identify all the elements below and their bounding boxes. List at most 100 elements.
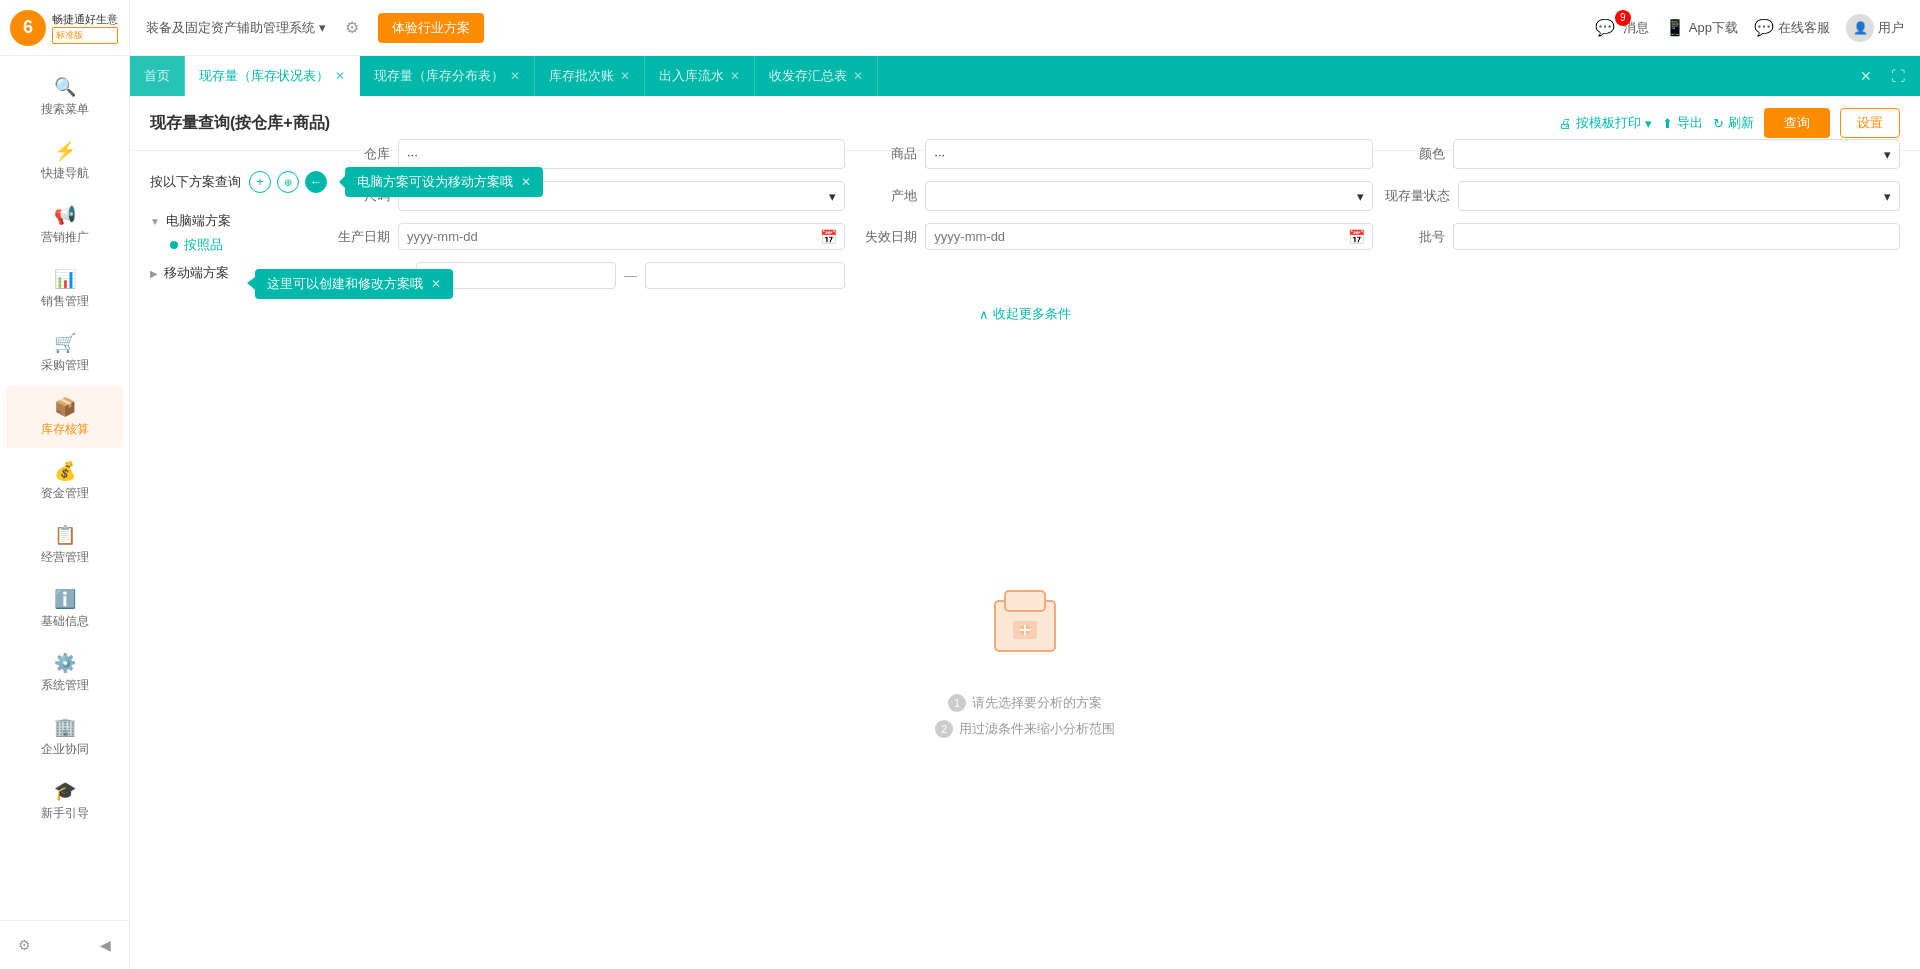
support-icon: 💬 [1754,18,1774,37]
filter-row-color: 颜色 ▾ [1385,139,1900,169]
exp-date-input[interactable] [925,223,1372,250]
color-select[interactable]: ▾ [1453,139,1900,169]
add-filter-btn[interactable]: + [249,171,271,193]
sidebar-item-quick-nav[interactable]: ⚡ 快捷导航 [6,130,123,192]
filter-header: 按以下方案查询 + ⊕ ← 电脑方案可设为移动方案哦 ✕ [150,167,1900,197]
tooltip-close-scheme[interactable]: ✕ [431,277,441,291]
tab-close-in-out-flow[interactable]: ✕ [730,69,740,83]
tab-bar-actions: ✕ ⛶ [1844,56,1920,96]
user-avatar: 👤 [1846,14,1874,42]
empty-text-1: 1 请先选择要分析的方案 [948,694,1102,712]
sales-icon: 📊 [54,268,76,290]
exp-date-wrap: 📅 [925,223,1372,250]
filter-row-warehouse: 仓库 ··· [330,139,845,169]
tab-maximize-btn[interactable]: ⛶ [1886,64,1910,88]
tab-inventory-status[interactable]: 现存量（库存状况表） ✕ [185,56,360,96]
sidebar-item-inventory[interactable]: 📦 库存核算 [6,386,123,448]
dropdown-chevron: ▾ [319,20,326,35]
scheme-dot [170,241,178,249]
tab-collect-summary[interactable]: 收发存汇总表 ✕ [755,56,878,96]
print-icon: 🖨 [1559,116,1572,131]
sidebar-item-operation[interactable]: 📋 经营管理 [6,514,123,576]
user-item[interactable]: 👤 用户 [1846,14,1904,42]
collapse-btn[interactable]: ∧ 收起更多条件 [150,305,1900,323]
settings-footer-btn[interactable]: ⚙ [10,931,38,959]
setup-btn[interactable]: 设置 [1840,108,1900,138]
sidebar-item-purchase[interactable]: 🛒 采购管理 [6,322,123,384]
tab-close-inventory-dist[interactable]: ✕ [510,69,520,83]
tab-in-out-flow[interactable]: 出入库流水 ✕ [645,56,755,96]
sidebar-item-sales[interactable]: 📊 销售管理 [6,258,123,320]
tab-home[interactable]: 首页 [130,56,185,96]
tab-close-batch-account[interactable]: ✕ [620,69,630,83]
page-actions: 🖨 按模板打印 ▾ ⬆ 导出 ↻ 刷新 查询 设置 [1559,108,1900,138]
filter-area: 按以下方案查询 + ⊕ ← 电脑方案可设为移动方案哦 ✕ [130,151,1920,339]
app-download-item[interactable]: 📱 App下载 [1665,18,1738,37]
app-label: App下载 [1689,19,1738,37]
print-btn[interactable]: 🖨 按模板打印 ▾ [1559,114,1652,132]
desktop-scheme-arrow: ▼ [150,216,160,227]
inventory-icon: 📦 [54,396,76,418]
notifications-item[interactable]: 💬 9 消息 [1595,18,1649,37]
sidebar-item-enterprise[interactable]: 🏢 企业协同 [6,706,123,768]
warehouse-dots: ··· [407,147,418,162]
industry-btn[interactable]: 体验行业方案 [378,13,484,43]
warehouse-select[interactable]: ··· [398,139,845,169]
sidebar-item-search[interactable]: 🔍 搜索菜单 [6,66,123,128]
sidebar-menu: 🔍 搜索菜单 ⚡ 快捷导航 📢 营销推广 📊 销售管理 🛒 采购管理 📦 库存核… [0,56,129,920]
query-btn[interactable]: 查询 [1764,108,1830,138]
tab-close-collect-summary[interactable]: ✕ [853,69,863,83]
tab-inventory-status-label: 现存量（库存状况表） [199,67,329,85]
logo-icon: 6 [10,10,46,46]
sidebar-item-basic[interactable]: ℹ️ 基础信息 [6,578,123,640]
prod-date-input[interactable] [398,223,845,250]
logo-text: 畅捷通好生意 标准版 [52,12,118,44]
basic-icon: ℹ️ [54,588,76,610]
export-btn[interactable]: ⬆ 导出 [1662,114,1703,132]
svg-rect-1 [1005,591,1045,611]
tab-in-out-flow-label: 出入库流水 [659,67,724,85]
back-filter-btn[interactable]: ← [305,171,327,193]
sidebar-item-finance[interactable]: 💰 资金管理 [6,450,123,512]
tab-close-all-btn[interactable]: ✕ [1854,64,1878,88]
sidebar-item-system[interactable]: ⚙️ 系统管理 [6,642,123,704]
tab-inventory-dist[interactable]: 现存量（库存分布表） ✕ [360,56,535,96]
collapse-sidebar-btn[interactable]: ◀ [91,931,119,959]
mobile-scheme-arrow: ▶ [150,268,158,279]
refresh-btn[interactable]: ↻ 刷新 [1713,114,1754,132]
page-title: 现存量查询(按仓库+商品) [150,113,330,134]
sidebar-item-guide[interactable]: 🎓 新手引导 [6,770,123,832]
logo-badge: 标准版 [52,27,118,44]
prod-date-cal-icon: 📅 [820,229,837,245]
tab-batch-account[interactable]: 库存批次账 ✕ [535,56,645,96]
goods-select[interactable]: ··· [925,139,1372,169]
sub-scheme-label: 按照品 [184,236,223,254]
mobile-scheme-item[interactable]: ▶ 移动端方案 [150,261,231,285]
guide-icon: 🎓 [54,780,76,802]
system-icon: ⚙️ [54,652,76,674]
tab-close-inventory-status[interactable]: ✕ [335,69,345,83]
color-chevron: ▾ [1884,147,1891,162]
support-item[interactable]: 💬 在线客服 [1754,18,1830,37]
filter-controls: + ⊕ ← [249,171,327,193]
sidebar-item-marketing[interactable]: 📢 营销推广 [6,194,123,256]
sidebar: 6 畅捷通好生意 标准版 🔍 搜索菜单 ⚡ 快捷导航 📢 营销推广 📊 销售管理… [0,0,130,969]
mobile-scheme-label: 移动端方案 [164,264,229,282]
copy-filter-btn[interactable]: ⊕ [277,171,299,193]
header-settings-icon[interactable]: ⚙ [338,14,366,42]
scheme-tooltip-container: 这里可以创建和修改方案哦 ✕ [247,269,453,299]
system-name: 装备及固定资产辅助管理系统 [146,19,315,37]
filter-row-prod-date: 生产日期 📅 [330,223,845,250]
tooltip-close-add[interactable]: ✕ [521,175,531,189]
system-name-dropdown[interactable]: 装备及固定资产辅助管理系统 ▾ [146,19,326,37]
scheme-tree: ▼ 电脑端方案 按照品 ▶ 移动端方案 [150,209,231,285]
scheme-tooltip: 这里可以创建和修改方案哦 ✕ [255,269,453,299]
operation-icon: 📋 [54,524,76,546]
sub-scheme-item[interactable]: 按照品 [170,233,231,257]
empty-step-1: 1 [948,694,966,712]
desktop-scheme-item[interactable]: ▼ 电脑端方案 [150,209,231,233]
user-label: 用户 [1878,19,1904,37]
collapse-label: 收起更多条件 [993,305,1071,323]
scheme-tooltip-text: 这里可以创建和修改方案哦 [267,275,423,293]
color-label: 颜色 [1385,145,1445,163]
